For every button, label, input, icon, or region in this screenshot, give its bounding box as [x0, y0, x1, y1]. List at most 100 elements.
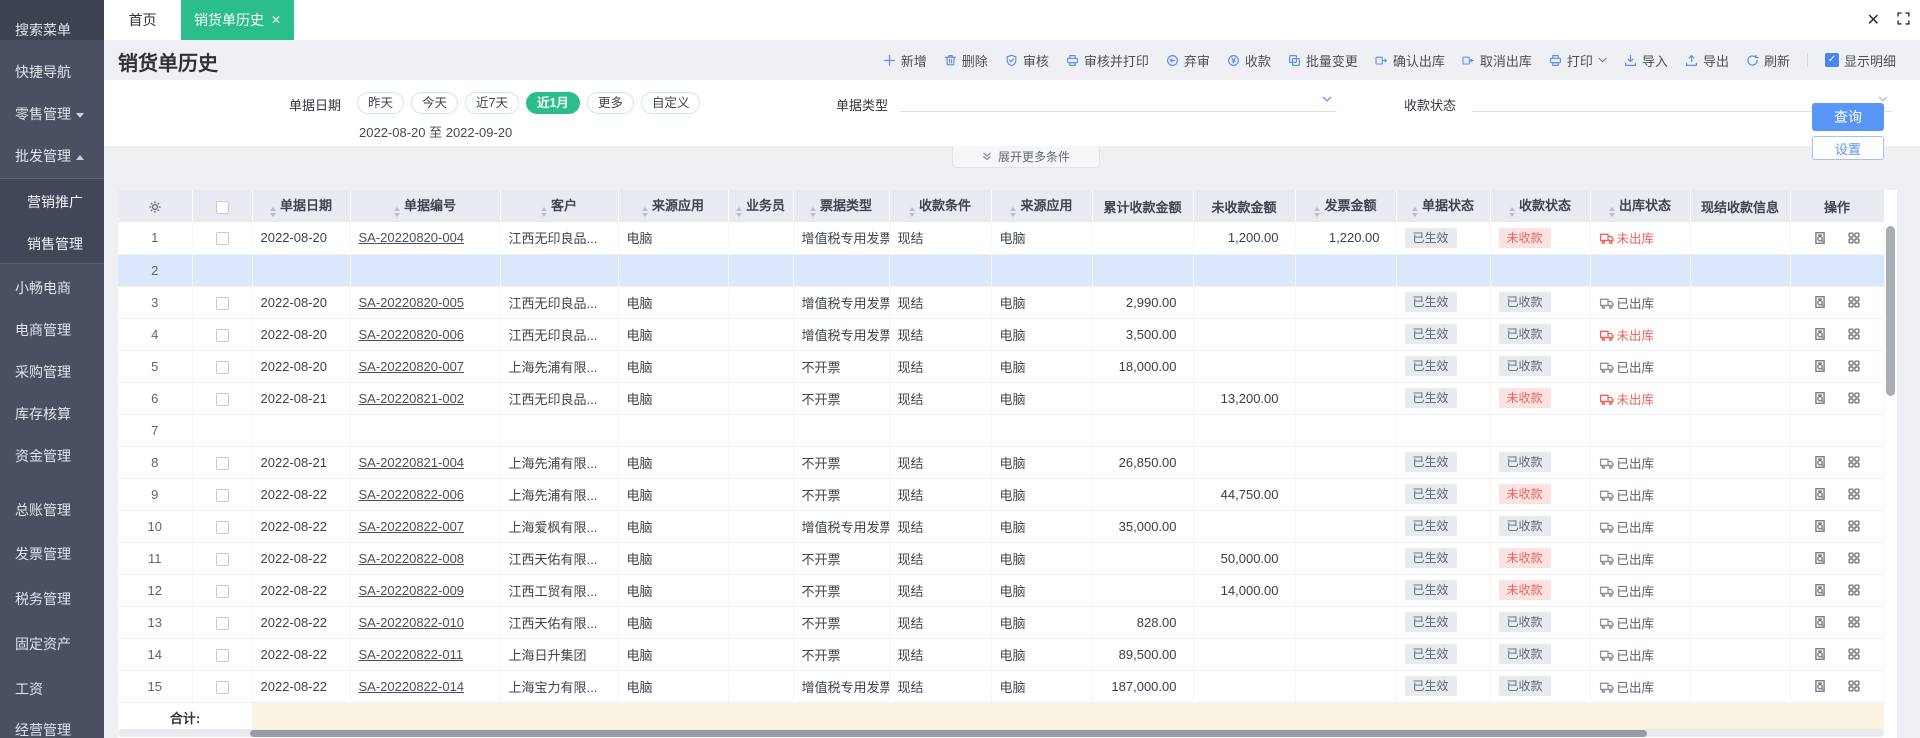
- date-preset-今天[interactable]: 今天: [411, 92, 459, 114]
- toolbar-audit-button[interactable]: 审核: [1005, 51, 1049, 70]
- apps-icon[interactable]: [1847, 551, 1861, 565]
- column-header-票据类型[interactable]: 票据类型: [793, 190, 890, 222]
- doc-search-icon[interactable]: [1813, 359, 1827, 373]
- apps-icon[interactable]: [1847, 583, 1861, 597]
- apps-icon[interactable]: [1847, 679, 1861, 693]
- date-range-value[interactable]: 2022-08-20 至 2022-09-20: [359, 122, 512, 141]
- sidebar-item-销售管理[interactable]: 销售管理: [0, 232, 104, 256]
- row-checkbox[interactable]: [215, 296, 229, 310]
- date-preset-昨天[interactable]: 昨天: [357, 92, 405, 114]
- sidebar-item-工资[interactable]: 工资: [0, 677, 104, 701]
- sort-icon[interactable]: [1314, 207, 1321, 217]
- toolbar-delete-button[interactable]: 删除: [944, 51, 988, 70]
- column-header-业务员[interactable]: 业务员: [728, 190, 794, 222]
- date-preset-近1月[interactable]: 近1月: [525, 92, 580, 114]
- apps-icon[interactable]: [1847, 295, 1861, 309]
- show-detail-toggle[interactable]: ✓ 显示明细: [1824, 51, 1896, 70]
- table-row[interactable]: 8 2022-08-21 SA-20220821-004 上海先浦有限... 电脑 不开票…: [118, 446, 1885, 479]
- gear-icon[interactable]: [148, 198, 162, 213]
- date-preset-自定义[interactable]: 自定义: [640, 92, 701, 114]
- sort-icon[interactable]: [809, 207, 816, 217]
- sidebar-item-搜索菜单[interactable]: 搜索菜单: [0, 18, 104, 42]
- doc-code-link[interactable]: SA-20220822-009: [359, 583, 465, 598]
- sort-icon[interactable]: [735, 207, 742, 217]
- horizontal-scrollbar[interactable]: [250, 729, 1647, 737]
- table-row[interactable]: 11 2022-08-22 SA-20220822-008 江西天佑有限... 电脑 不开…: [118, 542, 1885, 575]
- tab-home[interactable]: 首页: [104, 0, 181, 40]
- doc-code-link[interactable]: SA-20220821-004: [359, 455, 465, 470]
- doc-code-link[interactable]: SA-20220822-010: [359, 615, 465, 630]
- sidebar-item-小畅电商[interactable]: 小畅电商: [0, 276, 104, 300]
- table-row[interactable]: 2: [118, 254, 1885, 287]
- column-header-单据状态[interactable]: 单据状态: [1396, 190, 1491, 222]
- doc-search-icon[interactable]: [1813, 647, 1827, 661]
- row-checkbox[interactable]: [215, 488, 229, 502]
- sort-icon[interactable]: [269, 207, 276, 217]
- table-row[interactable]: 13 2022-08-22 SA-20220822-010 江西天佑有限... 电脑 不开…: [118, 606, 1885, 639]
- table-row[interactable]: 9 2022-08-22 SA-20220822-006 上海先浦有限... 电脑 不开票…: [118, 478, 1885, 511]
- date-preset-近7天[interactable]: 近7天: [465, 92, 519, 114]
- sidebar-item-经营管理[interactable]: 经营管理: [0, 718, 104, 738]
- doc-code-link[interactable]: SA-20220822-014: [359, 679, 465, 694]
- doc-code-link[interactable]: SA-20220820-006: [359, 327, 465, 342]
- doc-search-icon[interactable]: [1813, 487, 1827, 501]
- sidebar-item-总账管理[interactable]: 总账管理: [0, 498, 104, 522]
- sort-icon[interactable]: [393, 207, 400, 217]
- toolbar-confirm-outbound-button[interactable]: 确认出库: [1375, 51, 1445, 70]
- tab-sales-history[interactable]: 销货单历史 ✕: [181, 0, 294, 40]
- toolbar-abandon-audit-button[interactable]: 弃审: [1166, 51, 1210, 70]
- apps-icon[interactable]: [1847, 615, 1861, 629]
- table-row[interactable]: 10 2022-08-22 SA-20220822-007 上海爱枫有限... 电脑 增值…: [118, 510, 1885, 543]
- sort-icon[interactable]: [908, 207, 915, 217]
- expand-more-conditions[interactable]: 展开更多条件: [952, 146, 1100, 168]
- toolbar-print-button[interactable]: 打印: [1549, 51, 1607, 70]
- row-checkbox[interactable]: [215, 328, 229, 342]
- tab-close-icon[interactable]: ✕: [271, 13, 281, 27]
- apps-icon[interactable]: [1847, 391, 1861, 405]
- date-preset-更多[interactable]: 更多: [586, 92, 634, 114]
- checked-checkbox-icon[interactable]: ✓: [1824, 53, 1839, 67]
- doc-search-icon[interactable]: [1813, 295, 1827, 309]
- sidebar-item-固定资产[interactable]: 固定资产: [0, 632, 104, 656]
- row-checkbox[interactable]: [215, 520, 229, 534]
- column-header-出库状态[interactable]: 出库状态: [1590, 190, 1691, 222]
- doc-code-link[interactable]: SA-20220820-007: [359, 359, 465, 374]
- table-row[interactable]: 14 2022-08-22 SA-20220822-011 上海日升集团 电脑 不开票 现结…: [118, 638, 1885, 671]
- sort-icon[interactable]: [1508, 207, 1515, 217]
- sidebar-item-电商管理[interactable]: 电商管理: [0, 318, 104, 342]
- toolbar-refresh-button[interactable]: 刷新: [1746, 51, 1790, 70]
- row-checkbox[interactable]: [215, 552, 229, 566]
- doc-search-icon[interactable]: [1813, 327, 1827, 341]
- toolbar-batch-change-button[interactable]: 批量变更: [1288, 51, 1358, 70]
- vertical-scrollbar[interactable]: [1886, 226, 1895, 396]
- sidebar-item-发票管理[interactable]: 发票管理: [0, 542, 104, 566]
- sort-icon[interactable]: [540, 207, 547, 217]
- doc-search-icon[interactable]: [1813, 583, 1827, 597]
- doc-code-link[interactable]: SA-20220822-008: [359, 551, 465, 566]
- column-header-收款条件[interactable]: 收款条件: [889, 190, 992, 222]
- toolbar-export-button[interactable]: 导出: [1685, 51, 1729, 70]
- apps-icon[interactable]: [1847, 487, 1861, 501]
- doc-code-link[interactable]: SA-20220822-006: [359, 487, 465, 502]
- row-checkbox[interactable]: [215, 360, 229, 374]
- table-row[interactable]: 5 2022-08-20 SA-20220820-007 上海先浦有限... 电脑 不开票…: [118, 350, 1885, 383]
- doc-code-link[interactable]: SA-20220820-004: [359, 230, 465, 245]
- doc-code-link[interactable]: SA-20220822-007: [359, 519, 465, 534]
- table-row[interactable]: 4 2022-08-20 SA-20220820-006 江西无印良品... 电脑 增值税…: [118, 318, 1885, 351]
- doc-search-icon[interactable]: [1813, 391, 1827, 405]
- table-row[interactable]: 15 2022-08-22 SA-20220822-014 上海宝力有限... 电脑 增值…: [118, 670, 1885, 703]
- apps-icon[interactable]: [1847, 327, 1861, 341]
- sort-icon[interactable]: [1010, 207, 1017, 217]
- sort-icon[interactable]: [641, 207, 648, 217]
- row-checkbox[interactable]: [215, 680, 229, 694]
- fullscreen-icon[interactable]: [1897, 12, 1910, 28]
- column-settings-header[interactable]: [118, 190, 193, 222]
- table-row[interactable]: 1 2022-08-20 SA-20220820-004 江西无印良品... 电脑 增值税…: [118, 222, 1885, 255]
- sidebar-item-批发管理[interactable]: 批发管理: [0, 144, 104, 168]
- table-row[interactable]: 3 2022-08-20 SA-20220820-005 江西无印良品... 电脑 增值税…: [118, 286, 1885, 319]
- doc-code-link[interactable]: SA-20220821-002: [359, 391, 465, 406]
- close-icon[interactable]: ✕: [1867, 10, 1880, 30]
- sidebar-item-零售管理[interactable]: 零售管理: [0, 102, 104, 126]
- sidebar-item-资金管理[interactable]: 资金管理: [0, 444, 104, 468]
- apps-icon[interactable]: [1847, 359, 1861, 373]
